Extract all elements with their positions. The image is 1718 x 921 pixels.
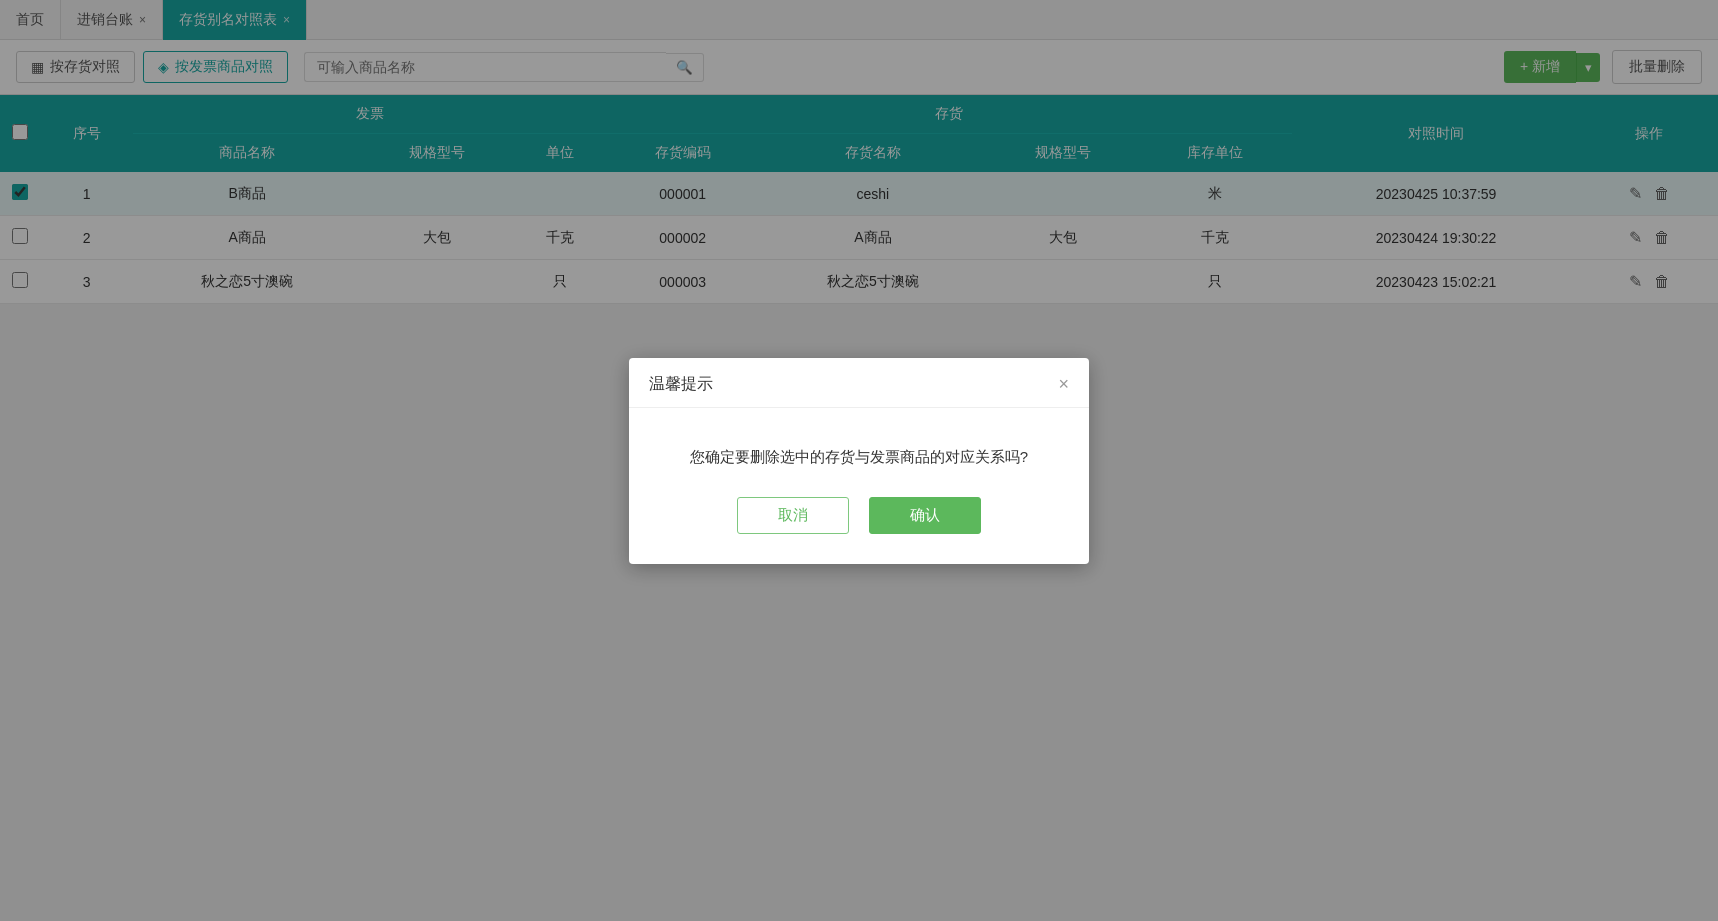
- dialog-overlay: 温馨提示 × 您确定要删除选中的存货与发票商品的对应关系吗? 取消 确认: [0, 0, 1718, 304]
